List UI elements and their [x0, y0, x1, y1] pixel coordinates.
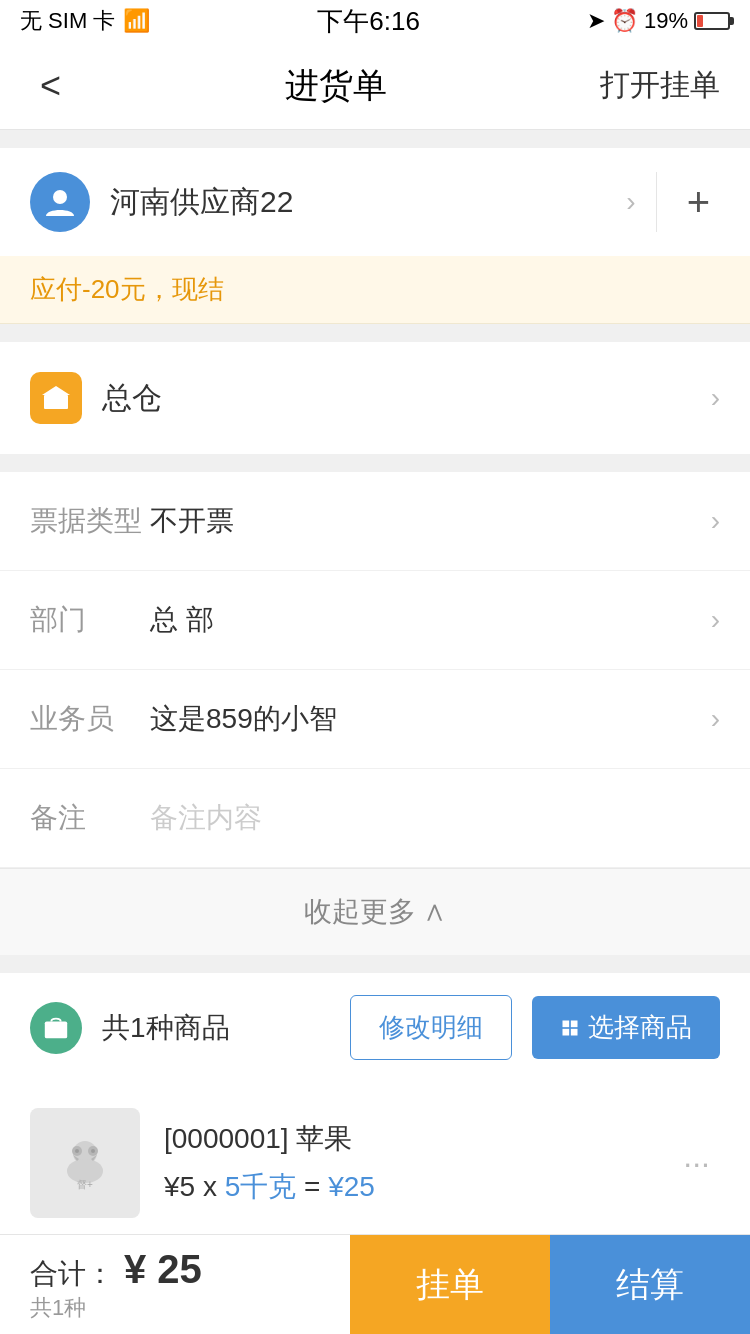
- warehouse-section: 总仓 ›: [0, 342, 750, 454]
- notice-bar: 应付-20元，现结: [0, 256, 750, 324]
- svg-rect-7: [563, 1028, 570, 1035]
- svg-rect-6: [571, 1020, 578, 1027]
- add-supplier-button[interactable]: +: [677, 180, 720, 225]
- invoice-value: 不开票: [150, 502, 711, 540]
- salesperson-value: 这是859的小智: [150, 700, 711, 738]
- nav-bar: < 进货单 打开挂单: [0, 42, 750, 130]
- svg-point-0: [53, 190, 67, 204]
- price-equals: =: [304, 1171, 328, 1202]
- remark-value[interactable]: 备注内容: [150, 799, 720, 837]
- wifi-icon: 📶: [123, 8, 150, 34]
- status-time: 下午6:16: [317, 4, 420, 39]
- warehouse-icon: [30, 372, 82, 424]
- collapse-label: 收起更多 ∧: [304, 896, 447, 927]
- product-name: [0000001] 苹果: [164, 1120, 673, 1158]
- svg-marker-2: [42, 386, 70, 395]
- top-divider: [0, 130, 750, 148]
- products-count: 共1种商品: [102, 1009, 330, 1047]
- price-unit: ¥5 x: [164, 1171, 225, 1202]
- supplier-divider: [656, 172, 657, 232]
- divider-1: [0, 324, 750, 342]
- dept-value: 总 部: [150, 601, 711, 639]
- svg-rect-4: [45, 1021, 67, 1038]
- price-total: ¥25: [328, 1171, 375, 1202]
- dept-label: 部门: [30, 601, 150, 639]
- status-right: ➤ ⏰ 19%: [587, 8, 730, 34]
- salesperson-label: 业务员: [30, 700, 150, 738]
- supplier-chevron: ›: [626, 186, 635, 218]
- select-product-button[interactable]: 选择商品: [532, 996, 720, 1059]
- product-item: 督+ [0000001] 苹果 ¥5 x 5千克 = ¥25 ···: [0, 1084, 750, 1242]
- form-section: 票据类型 不开票 › 部门 总 部 › 业务员 这是859的小智 › 备注 备注…: [0, 472, 750, 955]
- product-more-button[interactable]: ···: [673, 1135, 720, 1192]
- supplier-row[interactable]: 河南供应商22 › +: [0, 148, 750, 256]
- products-section: 共1种商品 修改明细 选择商品 督+: [0, 973, 750, 1242]
- back-button[interactable]: <: [30, 55, 71, 117]
- warehouse-name: 总仓: [102, 378, 711, 419]
- invoice-label: 票据类型: [30, 502, 150, 540]
- form-row-dept[interactable]: 部门 总 部 ›: [0, 571, 750, 670]
- status-carrier: 无 SIM 卡 📶: [20, 6, 150, 36]
- total-amount: ¥ 25: [124, 1247, 202, 1292]
- product-info: [0000001] 苹果 ¥5 x 5千克 = ¥25: [164, 1120, 673, 1206]
- open-hang-button[interactable]: 打开挂单: [600, 65, 720, 106]
- location-icon: ➤: [587, 8, 605, 34]
- bottom-bar: 合计： ¥ 25 共1种 挂单 结算: [0, 1234, 750, 1334]
- page-title: 进货单: [285, 63, 387, 109]
- svg-rect-8: [571, 1028, 578, 1035]
- product-price: ¥5 x 5千克 = ¥25: [164, 1168, 673, 1206]
- notice-text: 应付-20元，现结: [30, 274, 224, 304]
- warehouse-row[interactable]: 总仓 ›: [0, 342, 750, 454]
- hang-button[interactable]: 挂单: [350, 1235, 550, 1334]
- supplier-name: 河南供应商22: [110, 182, 626, 223]
- select-product-label: 选择商品: [588, 1010, 692, 1045]
- total-sub: 共1种: [30, 1293, 320, 1323]
- battery-percent: 19%: [644, 8, 688, 34]
- price-qty: 5千克: [225, 1171, 297, 1202]
- total-label: 合计：: [30, 1255, 114, 1293]
- svg-text:督+: 督+: [77, 1179, 93, 1190]
- form-row-remark[interactable]: 备注 备注内容: [0, 769, 750, 868]
- svg-rect-3: [52, 399, 60, 409]
- supplier-avatar: [30, 172, 90, 232]
- battery-icon: [694, 12, 730, 30]
- svg-point-12: [75, 1149, 79, 1153]
- warehouse-chevron: ›: [711, 382, 720, 414]
- collapse-toggle[interactable]: 收起更多 ∧: [0, 868, 750, 955]
- divider-3: [0, 955, 750, 973]
- form-row-salesperson[interactable]: 业务员 这是859的小智 ›: [0, 670, 750, 769]
- products-icon: [30, 1002, 82, 1054]
- product-code: [0000001] 苹果: [164, 1123, 352, 1154]
- carrier-text: 无 SIM 卡: [20, 6, 115, 36]
- svg-rect-5: [563, 1020, 570, 1027]
- total-section: 合计： ¥ 25 共1种: [0, 1235, 350, 1334]
- remark-label: 备注: [30, 799, 150, 837]
- alarm-icon: ⏰: [611, 8, 638, 34]
- salesperson-chevron: ›: [711, 703, 720, 735]
- products-header: 共1种商品 修改明细 选择商品: [0, 973, 750, 1082]
- invoice-chevron: ›: [711, 505, 720, 537]
- supplier-section: 河南供应商22 › + 应付-20元，现结: [0, 148, 750, 324]
- svg-point-13: [91, 1149, 95, 1153]
- dept-chevron: ›: [711, 604, 720, 636]
- status-bar: 无 SIM 卡 📶 下午6:16 ➤ ⏰ 19%: [0, 0, 750, 42]
- divider-2: [0, 454, 750, 472]
- form-row-invoice[interactable]: 票据类型 不开票 ›: [0, 472, 750, 571]
- modify-detail-button[interactable]: 修改明细: [350, 995, 512, 1060]
- checkout-button[interactable]: 结算: [550, 1235, 750, 1334]
- product-thumbnail: 督+: [30, 1108, 140, 1218]
